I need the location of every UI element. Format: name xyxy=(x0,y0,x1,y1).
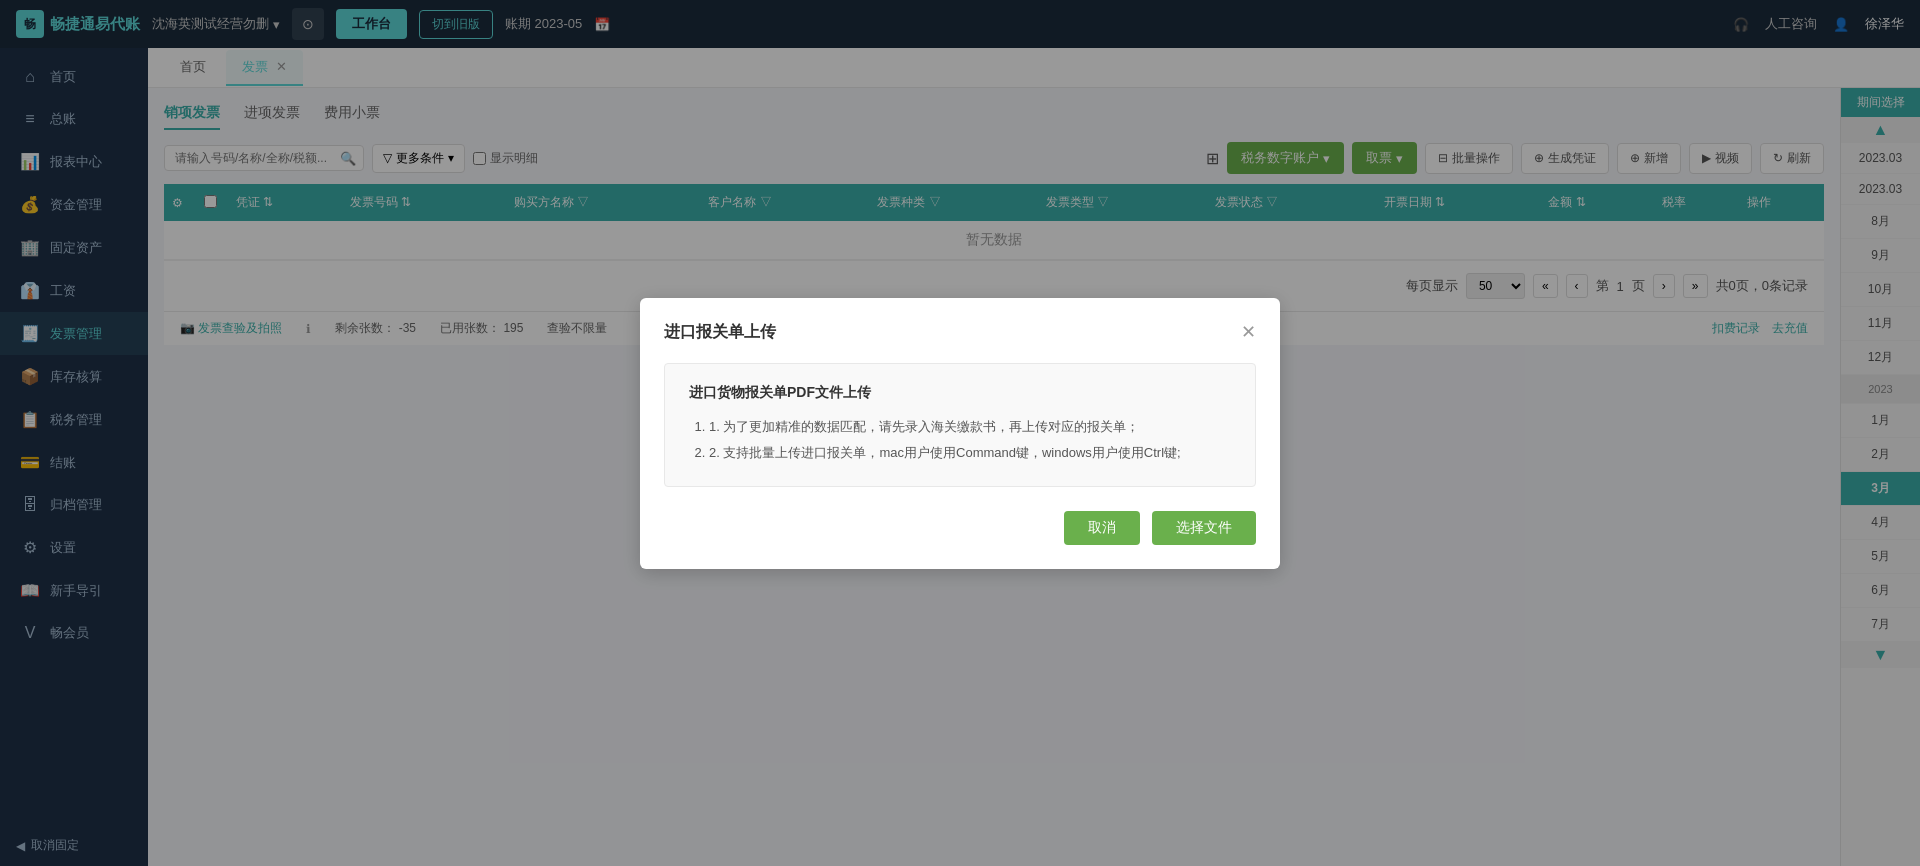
modal-box: 进口报关单上传 ✕ 进口货物报关单PDF文件上传 1. 为了更加精准的数据匹配，… xyxy=(640,298,1280,569)
modal-overlay[interactable]: 进口报关单上传 ✕ 进口货物报关单PDF文件上传 1. 为了更加精准的数据匹配，… xyxy=(0,0,1920,866)
modal-close-button[interactable]: ✕ xyxy=(1241,323,1256,341)
modal-select-file-button[interactable]: 选择文件 xyxy=(1152,511,1256,545)
modal-body-title: 进口货物报关单PDF文件上传 xyxy=(689,384,1231,402)
instruction-item: 2. 支持批量上传进口报关单，mac用户使用Command键，windows用户… xyxy=(709,440,1231,466)
modal-footer: 取消 选择文件 xyxy=(664,511,1256,545)
modal-header: 进口报关单上传 ✕ xyxy=(664,322,1256,343)
modal-body: 进口货物报关单PDF文件上传 1. 为了更加精准的数据匹配，请先录入海关缴款书，… xyxy=(664,363,1256,487)
modal-instructions: 1. 为了更加精准的数据匹配，请先录入海关缴款书，再上传对应的报关单；2. 支持… xyxy=(689,414,1231,466)
modal-title: 进口报关单上传 xyxy=(664,322,776,343)
modal-cancel-button[interactable]: 取消 xyxy=(1064,511,1140,545)
instruction-item: 1. 为了更加精准的数据匹配，请先录入海关缴款书，再上传对应的报关单； xyxy=(709,414,1231,440)
